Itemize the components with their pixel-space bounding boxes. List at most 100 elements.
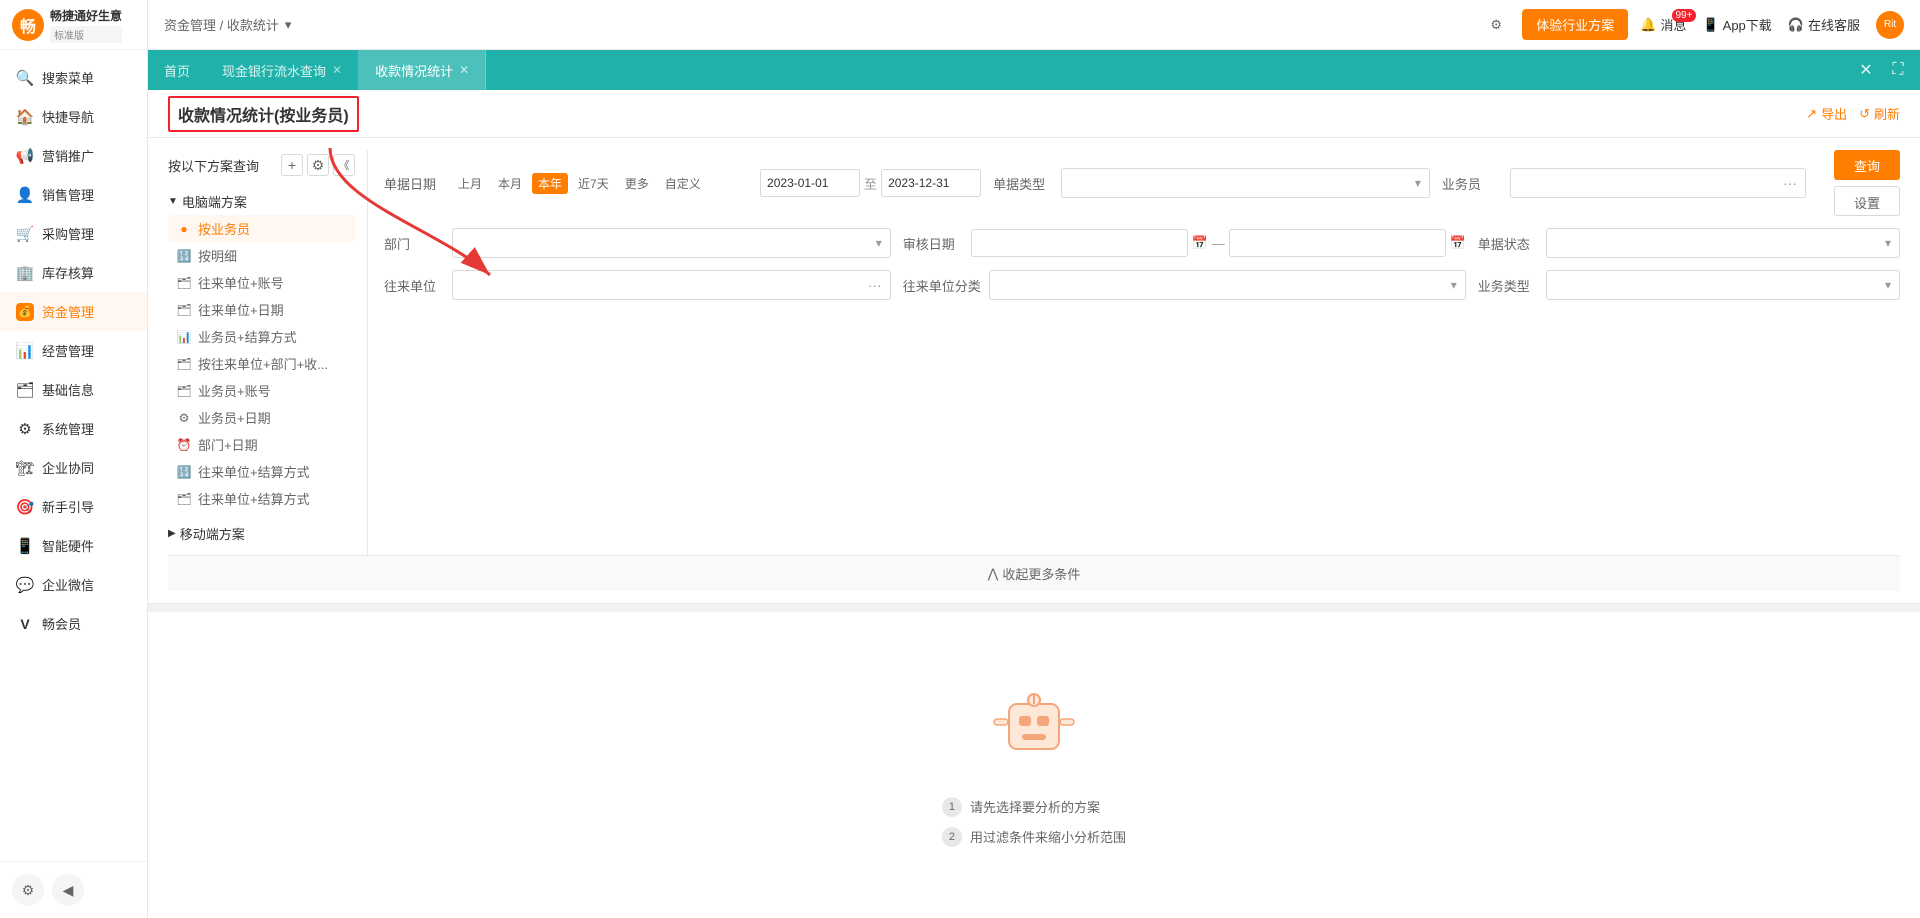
- date-tab-this-year[interactable]: 本年: [532, 173, 568, 194]
- sidebar-item-operation[interactable]: 📊 经营管理: [0, 331, 147, 370]
- scheme-item-by-salesman-account[interactable]: 🗂 业务员+账号: [168, 377, 355, 404]
- filter-form: 单据日期 上月 本月 本年 近7天 更多 自定义: [368, 150, 1900, 555]
- message-btn[interactable]: 🔔 消息 99+: [1640, 15, 1686, 34]
- date-tab-last-month[interactable]: 上月: [452, 173, 488, 194]
- collapse-icon: ⋀: [988, 566, 999, 582]
- refresh-btn[interactable]: ↺ 刷新: [1859, 104, 1900, 123]
- filter-row-3: 往来单位 ··· 往来单位分类 ▾: [384, 270, 1900, 300]
- scheme-item-by-salesman[interactable]: ● 按业务员: [168, 215, 355, 242]
- service-btn[interactable]: 🎧 在线客服: [1788, 15, 1860, 34]
- salesman-field: 业务员 ···: [1442, 168, 1806, 198]
- sidebar-item-guide[interactable]: 🎯 新手引导: [0, 487, 147, 526]
- doc-type-field: 单据类型 ▾: [993, 168, 1430, 198]
- scheme-item-by-detail[interactable]: 🔢 按明细: [168, 242, 355, 269]
- empty-step-1: 1 请先选择要分析的方案: [942, 797, 1126, 817]
- sidebar-item-purchase[interactable]: 🛒 采购管理: [0, 214, 147, 253]
- sidebar-item-hardware[interactable]: 📱 智能硬件: [0, 526, 147, 565]
- scheme-panel-header: 按以下方案查询 + ⚙ 《: [168, 150, 355, 184]
- scheme-panel-icons: + ⚙ 《: [281, 154, 355, 176]
- settings-btn[interactable]: 设置: [1834, 186, 1900, 216]
- scheme-item-by-salesman-method[interactable]: 📊 业务员+结算方式: [168, 323, 355, 350]
- hardware-icon: 📱: [16, 537, 34, 555]
- sidebar-item-member[interactable]: V 畅会员: [0, 604, 147, 643]
- purchase-icon: 🛒: [16, 225, 34, 243]
- scheme-collapse-btn[interactable]: 《: [333, 154, 355, 176]
- scheme-settings-btn[interactable]: ⚙: [307, 154, 329, 176]
- trial-btn[interactable]: 体验行业方案: [1522, 9, 1628, 40]
- salesman-select[interactable]: ···: [1510, 168, 1806, 198]
- user-avatar[interactable]: Rit: [1876, 11, 1904, 39]
- date-range: 上月 本月 本年 近7天 更多 自定义: [452, 173, 748, 194]
- scheme-item-by-unit-method[interactable]: 🔢 往来单位+结算方式: [168, 458, 355, 485]
- sidebar-item-finance[interactable]: 💰 资金管理: [0, 292, 147, 331]
- headset-icon: 🎧: [1788, 17, 1804, 33]
- scheme-item-by-dept-date[interactable]: ⏰ 部门+日期: [168, 431, 355, 458]
- partner-field: 往来单位 ···: [384, 270, 891, 300]
- scheme-item-by-unit-date[interactable]: 🗂 往来单位+日期: [168, 296, 355, 323]
- empty-illustration: [984, 674, 1084, 777]
- sidebar-item-corp[interactable]: 🏗 企业协同: [0, 448, 147, 487]
- date-tabs: 上月 本月 本年 近7天 更多 自定义: [452, 173, 707, 194]
- collapse-bar[interactable]: ⋀ 收起更多条件: [168, 555, 1900, 591]
- sidebar-item-wechat[interactable]: 💬 企业微信: [0, 565, 147, 604]
- scheme-item-by-salesman-date[interactable]: ⚙ 业务员+日期: [168, 404, 355, 431]
- breadcrumb-dropdown[interactable]: ▾: [285, 17, 292, 33]
- doc-status-select[interactable]: ▾: [1546, 228, 1900, 258]
- partner-category-field: 往来单位分类 ▾: [903, 270, 1466, 300]
- tab-expand-btn[interactable]: ⛶: [1884, 56, 1912, 84]
- review-date-field: 审核日期 📅 — 📅: [903, 229, 1466, 257]
- partner-select[interactable]: ···: [452, 270, 891, 300]
- date-tab-custom[interactable]: 自定义: [659, 173, 707, 194]
- sidebar-item-inventory[interactable]: 🏢 库存核算: [0, 253, 147, 292]
- review-date-to-input[interactable]: [1229, 229, 1446, 257]
- partner-category-select[interactable]: ▾: [989, 270, 1466, 300]
- scheme-item-by-unit-method2[interactable]: 🗂 往来单位+结算方式: [168, 485, 355, 512]
- scheme-item-by-unit-account[interactable]: 🗂 往来单位+账号: [168, 269, 355, 296]
- tab-bank-flow-close[interactable]: ✕: [332, 63, 342, 77]
- biz-type-select[interactable]: ▾: [1546, 270, 1900, 300]
- scheme-mobile-toggle[interactable]: ▶ 移动端方案: [168, 520, 355, 547]
- tab-home[interactable]: 首页: [148, 50, 206, 90]
- dept-select[interactable]: ▾: [452, 228, 891, 258]
- sidebar-logo: 畅 畅捷通好生意 标准版: [0, 0, 147, 50]
- phone-icon: 📱: [1702, 17, 1718, 33]
- date-field: 单据日期 上月 本月 本年 近7天 更多 自定义: [384, 173, 748, 194]
- sidebar-bottom: ⚙ ◀: [0, 861, 147, 918]
- date-from-input[interactable]: [760, 169, 860, 197]
- date-tab-more[interactable]: 更多: [619, 173, 655, 194]
- date-tab-this-month[interactable]: 本月: [492, 173, 528, 194]
- date-to-input[interactable]: [881, 169, 981, 197]
- app-download-btn[interactable]: 📱 App下载: [1702, 15, 1771, 34]
- scheme-unit-account-icon: 🗂: [176, 275, 192, 291]
- sidebar-item-system[interactable]: ⚙ 系统管理: [0, 409, 147, 448]
- sidebar-item-basic[interactable]: 🗂 基础信息: [0, 370, 147, 409]
- tab-close-all-btn[interactable]: ✕: [1852, 56, 1880, 84]
- sidebar-collapse-btn[interactable]: ◀: [52, 874, 84, 906]
- doc-type-select[interactable]: ▾: [1061, 168, 1430, 198]
- doc-status-field: 单据状态 ▾: [1478, 228, 1900, 258]
- dept-field: 部门 ▾: [384, 228, 891, 258]
- tab-receipt-stats-close[interactable]: ✕: [459, 63, 469, 77]
- sidebar-item-search[interactable]: 🔍 搜索菜单: [0, 58, 147, 97]
- query-btn[interactable]: 查询: [1834, 150, 1900, 180]
- sidebar-item-sales[interactable]: 👤 销售管理: [0, 175, 147, 214]
- tabbar: 首页 现金银行流水查询 ✕ 收款情况统计 ✕ ✕ ⛶: [148, 50, 1920, 90]
- scheme-item-by-unit-dept[interactable]: 🗂 按往来单位+部门+收...: [168, 350, 355, 377]
- tab-bank-flow[interactable]: 现金银行流水查询 ✕: [206, 50, 359, 90]
- scheme-salesman-account-icon: 🗂: [176, 383, 192, 399]
- sidebar-item-quick-nav[interactable]: 🏠 快捷导航: [0, 97, 147, 136]
- review-date-calendar-icon[interactable]: 📅: [1192, 235, 1208, 251]
- topbar-settings-btn[interactable]: ⚙: [1482, 11, 1510, 39]
- export-btn[interactable]: ↗ 导出: [1806, 104, 1847, 123]
- sidebar-settings-btn[interactable]: ⚙: [12, 874, 44, 906]
- page-content: 收款情况统计(按业务员) ↗ 导出 ↺ 刷新 按以下方案查询: [148, 90, 1920, 918]
- review-date-calendar-icon2[interactable]: 📅: [1450, 235, 1466, 251]
- member-icon: V: [16, 615, 34, 633]
- review-date-from-input[interactable]: [971, 229, 1188, 257]
- scheme-desktop-toggle[interactable]: ▼ 电脑端方案: [168, 188, 355, 215]
- tab-receipt-stats[interactable]: 收款情况统计 ✕: [359, 50, 486, 90]
- scheme-add-btn[interactable]: +: [281, 154, 303, 176]
- sidebar-item-marketing[interactable]: 📢 营销推广: [0, 136, 147, 175]
- partner-category-chevron: ▾: [1451, 278, 1457, 292]
- date-tab-7days[interactable]: 近7天: [572, 173, 615, 194]
